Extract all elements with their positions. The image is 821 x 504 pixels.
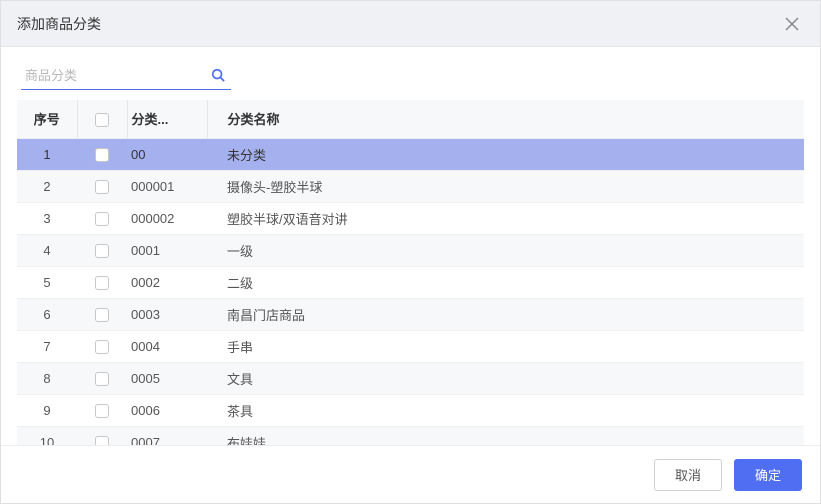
table-scroll[interactable]: 序号 分类... 分类名称 1 00未分类 2 000001摄像头-塑胶半球 3 0000… xyxy=(17,100,804,445)
cell-name: 二级 xyxy=(207,266,804,298)
cell-name: 一级 xyxy=(207,234,804,266)
table-row[interactable]: 8 0005文具 xyxy=(17,362,804,394)
row-checkbox[interactable] xyxy=(95,148,109,162)
table-row[interactable]: 7 0004手串 xyxy=(17,330,804,362)
search-input[interactable] xyxy=(21,61,231,89)
select-all-checkbox[interactable] xyxy=(95,113,109,127)
search-button[interactable] xyxy=(211,68,225,82)
row-checkbox[interactable] xyxy=(95,244,109,258)
modal-footer: 取消 确定 xyxy=(1,445,820,503)
cell-index: 7 xyxy=(17,330,77,362)
col-header-code[interactable]: 分类... xyxy=(127,100,207,138)
cell-checkbox xyxy=(77,170,127,202)
table-row[interactable]: 3 000002塑胶半球/双语音对讲 xyxy=(17,202,804,234)
close-icon xyxy=(785,17,799,31)
cell-index: 3 xyxy=(17,202,77,234)
modal-title: 添加商品分类 xyxy=(17,14,101,34)
search-wrap xyxy=(21,61,231,90)
row-checkbox[interactable] xyxy=(95,436,109,445)
cell-index: 10 xyxy=(17,426,77,445)
table-row[interactable]: 6 0003南昌门店商品 xyxy=(17,298,804,330)
cell-code: 000001 xyxy=(127,170,207,202)
cell-name: 茶具 xyxy=(207,394,804,426)
cell-code: 0001 xyxy=(127,234,207,266)
cell-index: 6 xyxy=(17,298,77,330)
row-checkbox[interactable] xyxy=(95,276,109,290)
col-header-index[interactable]: 序号 xyxy=(17,100,77,138)
cell-name: 南昌门店商品 xyxy=(207,298,804,330)
row-checkbox[interactable] xyxy=(95,180,109,194)
cell-code: 000002 xyxy=(127,202,207,234)
row-checkbox[interactable] xyxy=(95,404,109,418)
cell-checkbox xyxy=(77,362,127,394)
cell-checkbox xyxy=(77,234,127,266)
table-body: 1 00未分类 2 000001摄像头-塑胶半球 3 000002塑胶半球/双语音对讲 4 0… xyxy=(17,138,804,445)
cell-checkbox xyxy=(77,138,127,170)
table-row[interactable]: 1 00未分类 xyxy=(17,138,804,170)
search-area xyxy=(1,47,820,100)
table-row[interactable]: 10 0007布娃娃 xyxy=(17,426,804,445)
cancel-button[interactable]: 取消 xyxy=(654,459,722,491)
table-row[interactable]: 5 0002二级 xyxy=(17,266,804,298)
cell-code: 00 xyxy=(127,138,207,170)
modal-header: 添加商品分类 xyxy=(1,1,820,47)
table-row[interactable]: 4 0001一级 xyxy=(17,234,804,266)
table-row[interactable]: 2 000001摄像头-塑胶半球 xyxy=(17,170,804,202)
cell-checkbox xyxy=(77,202,127,234)
cell-code: 0007 xyxy=(127,426,207,445)
col-header-checkbox xyxy=(77,100,127,138)
cell-checkbox xyxy=(77,330,127,362)
cell-name: 布娃娃 xyxy=(207,426,804,445)
cell-index: 4 xyxy=(17,234,77,266)
cell-checkbox xyxy=(77,394,127,426)
cell-checkbox xyxy=(77,266,127,298)
cell-code: 0002 xyxy=(127,266,207,298)
cell-name: 手串 xyxy=(207,330,804,362)
cell-name: 未分类 xyxy=(207,138,804,170)
cell-code: 0006 xyxy=(127,394,207,426)
cell-index: 9 xyxy=(17,394,77,426)
cell-code: 0005 xyxy=(127,362,207,394)
ok-button[interactable]: 确定 xyxy=(734,459,802,491)
cell-index: 5 xyxy=(17,266,77,298)
search-icon xyxy=(211,68,225,82)
row-checkbox[interactable] xyxy=(95,212,109,226)
cell-code: 0003 xyxy=(127,298,207,330)
cell-checkbox xyxy=(77,426,127,445)
cell-name: 塑胶半球/双语音对讲 xyxy=(207,202,804,234)
table-header: 序号 分类... 分类名称 xyxy=(17,100,804,138)
close-button[interactable] xyxy=(780,12,804,36)
cell-index: 2 xyxy=(17,170,77,202)
add-category-modal: 添加商品分类 序号 分类... 分类名称 xyxy=(0,0,821,504)
category-table: 序号 分类... 分类名称 1 00未分类 2 000001摄像头-塑胶半球 3 0000… xyxy=(17,100,804,445)
row-checkbox[interactable] xyxy=(95,308,109,322)
cell-checkbox xyxy=(77,298,127,330)
col-header-name[interactable]: 分类名称 xyxy=(207,100,804,138)
table-area: 序号 分类... 分类名称 1 00未分类 2 000001摄像头-塑胶半球 3 0000… xyxy=(1,100,820,445)
cell-index: 1 xyxy=(17,138,77,170)
cell-name: 文具 xyxy=(207,362,804,394)
cell-code: 0004 xyxy=(127,330,207,362)
table-row[interactable]: 9 0006茶具 xyxy=(17,394,804,426)
cell-name: 摄像头-塑胶半球 xyxy=(207,170,804,202)
row-checkbox[interactable] xyxy=(95,340,109,354)
row-checkbox[interactable] xyxy=(95,372,109,386)
cell-index: 8 xyxy=(17,362,77,394)
